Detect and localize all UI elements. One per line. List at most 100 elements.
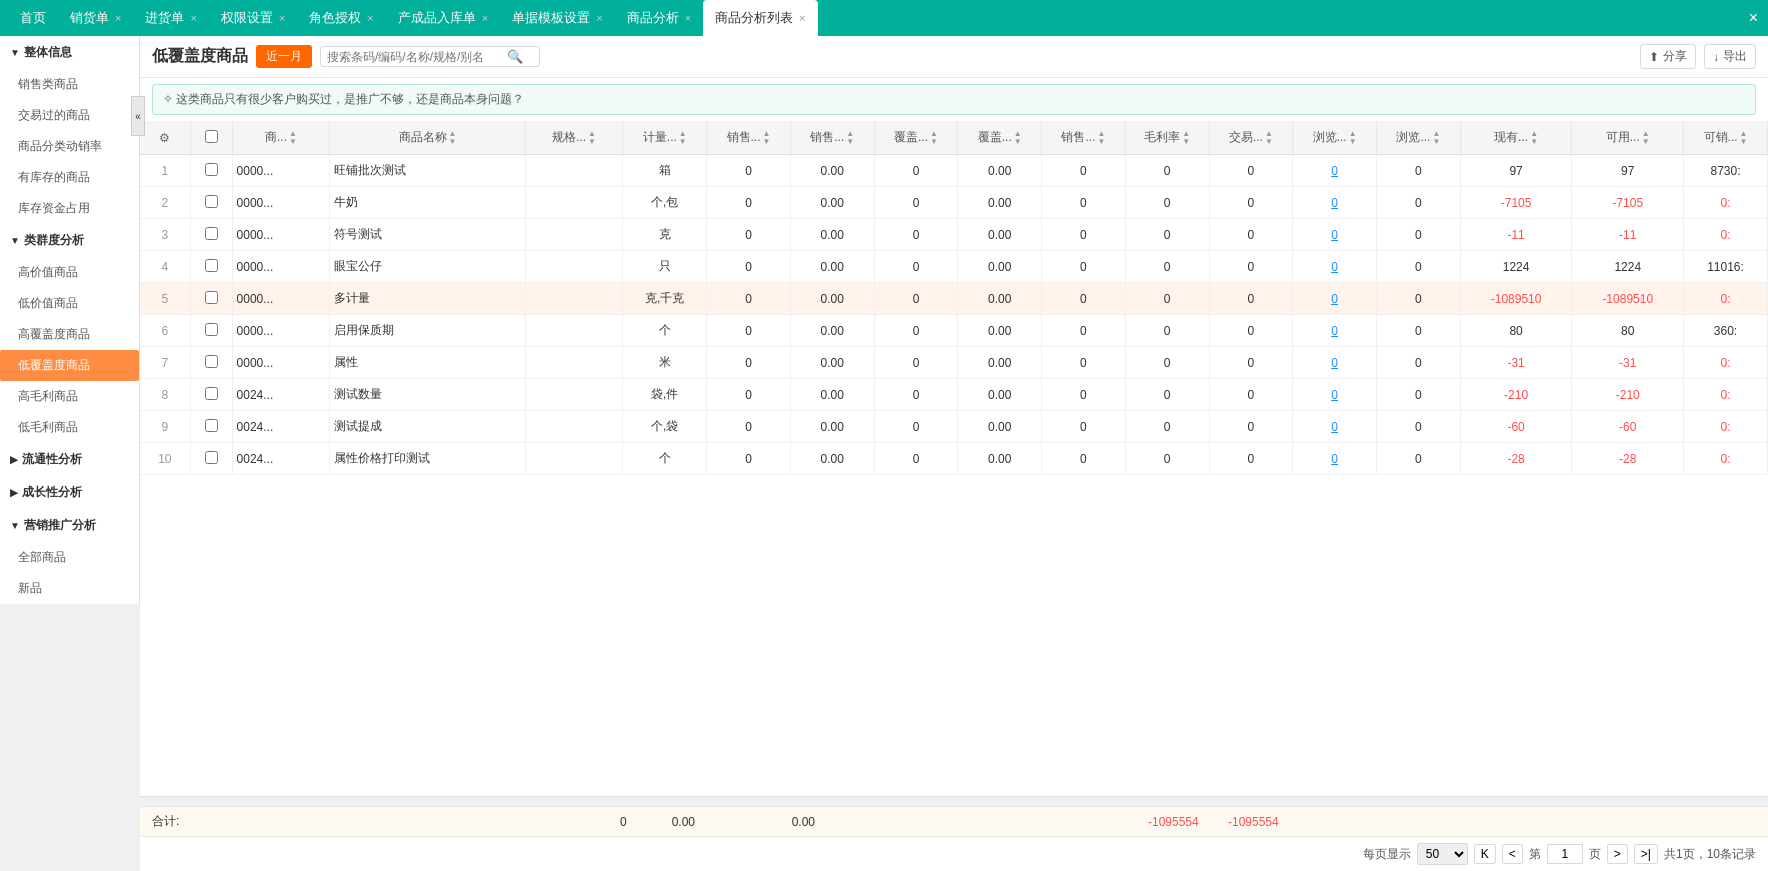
th-code[interactable]: 商... ▲▼	[232, 121, 330, 155]
row-number: 9	[140, 411, 190, 443]
sidebar-item-stocked-goods[interactable]: 有库存的商品	[0, 162, 139, 193]
sidebar-section-marketing[interactable]: ▼ 营销推广分析	[0, 509, 139, 542]
row-checkbox[interactable]	[205, 323, 218, 336]
sidebar-item-stock-funds[interactable]: 库存资金占用	[0, 193, 139, 224]
nav-tab-template[interactable]: 单据模板设置 ×	[500, 0, 614, 36]
row-checkbox[interactable]	[205, 195, 218, 208]
sidebar-item-sales-goods[interactable]: 销售类商品	[0, 69, 139, 100]
th-current[interactable]: 现有... ▲▼	[1460, 121, 1572, 155]
next-page-button[interactable]: >	[1607, 844, 1628, 864]
th-avail[interactable]: 可用... ▲▼	[1572, 121, 1684, 155]
horizontal-scrollbar[interactable]	[140, 796, 1768, 806]
close-icon[interactable]: ×	[115, 12, 121, 24]
sidebar-item-low-margin[interactable]: 低毛利商品	[0, 412, 139, 443]
row-sales1: 0	[707, 443, 791, 475]
close-icon[interactable]: ×	[685, 12, 691, 24]
row-browse1[interactable]: 0	[1293, 155, 1377, 187]
nav-tab-roles[interactable]: 角色授权 ×	[297, 0, 385, 36]
th-settings[interactable]: ⚙	[140, 121, 190, 155]
sidebar-item-high-coverage[interactable]: 高覆盖度商品	[0, 319, 139, 350]
prev-page-button[interactable]: <	[1502, 844, 1523, 864]
settings-icon[interactable]: ⚙	[159, 131, 170, 145]
close-icon[interactable]: ×	[367, 12, 373, 24]
row-browse1[interactable]: 0	[1293, 251, 1377, 283]
row-checkbox[interactable]	[205, 227, 218, 240]
date-filter-button[interactable]: 近一月	[256, 45, 312, 68]
th-spec[interactable]: 规格... ▲▼	[525, 121, 623, 155]
th-cover2[interactable]: 覆盖... ▲▼	[958, 121, 1042, 155]
th-cover1[interactable]: 覆盖... ▲▼	[874, 121, 958, 155]
select-all-checkbox[interactable]	[205, 130, 218, 143]
nav-tab-analysis-list[interactable]: 商品分析列表 ×	[703, 0, 817, 36]
first-page-button[interactable]: K	[1474, 844, 1496, 864]
row-browse1[interactable]: 0	[1293, 443, 1377, 475]
row-browse1[interactable]: 0	[1293, 219, 1377, 251]
row-sale: 0:	[1684, 347, 1768, 379]
sidebar-item-high-value[interactable]: 高价值商品	[0, 257, 139, 288]
row-browse1[interactable]: 0	[1293, 283, 1377, 315]
close-all-button[interactable]: ×	[1749, 9, 1758, 27]
sidebar-item-all-goods[interactable]: 全部商品	[0, 542, 139, 573]
close-icon[interactable]: ×	[279, 12, 285, 24]
share-button[interactable]: ⬆ 分享	[1640, 44, 1696, 69]
th-margin[interactable]: 毛利率 ▲▼	[1125, 121, 1209, 155]
sidebar-section-growth[interactable]: ▶ 成长性分析	[0, 476, 139, 509]
row-unit: 袋,件	[623, 379, 707, 411]
table-container[interactable]: ⚙ 商... ▲▼ 商品名称	[140, 121, 1768, 796]
search-input[interactable]	[327, 50, 507, 64]
th-sales3[interactable]: 销售... ▲▼	[1042, 121, 1126, 155]
last-page-button[interactable]: >|	[1634, 844, 1658, 864]
row-margin: 0	[1125, 315, 1209, 347]
share-icon: ⬆	[1649, 50, 1659, 64]
row-current: -28	[1460, 443, 1572, 475]
nav-tab-warehouse[interactable]: 产成品入库单 ×	[386, 0, 500, 36]
th-browse2[interactable]: 浏览... ▲▼	[1377, 121, 1461, 155]
nav-tab-home[interactable]: 首页	[8, 0, 58, 36]
export-button[interactable]: ↓ 导出	[1704, 44, 1756, 69]
nav-tab-sales[interactable]: 销货单 ×	[58, 0, 133, 36]
th-trade[interactable]: 交易... ▲▼	[1209, 121, 1293, 155]
row-trade: 0	[1209, 347, 1293, 379]
th-name[interactable]: 商品名称 ▲▼	[330, 121, 525, 155]
row-checkbox[interactable]	[205, 291, 218, 304]
row-checkbox[interactable]	[205, 163, 218, 176]
row-name: 旺铺批次测试	[330, 155, 525, 187]
nav-tab-permissions[interactable]: 权限设置 ×	[209, 0, 297, 36]
row-checkbox[interactable]	[205, 259, 218, 272]
close-icon[interactable]: ×	[482, 12, 488, 24]
search-box: 🔍	[320, 46, 540, 67]
close-icon[interactable]: ×	[799, 12, 805, 24]
row-checkbox[interactable]	[205, 451, 218, 464]
sidebar-section-cluster[interactable]: ▼ 类群度分析	[0, 224, 139, 257]
th-sales1[interactable]: 销售... ▲▼	[707, 121, 791, 155]
close-icon[interactable]: ×	[190, 12, 196, 24]
row-checkbox[interactable]	[205, 387, 218, 400]
sidebar-collapse-button[interactable]: «	[131, 96, 145, 136]
row-checkbox[interactable]	[205, 419, 218, 432]
sidebar-section-overall[interactable]: ▼ 整体信息	[0, 36, 139, 69]
row-sales2: 0.00	[790, 219, 874, 251]
nav-tab-analysis[interactable]: 商品分析 ×	[615, 0, 703, 36]
page-number-input[interactable]	[1547, 844, 1583, 864]
sidebar-item-low-coverage[interactable]: 低覆盖度商品	[0, 350, 139, 381]
sidebar-item-low-value[interactable]: 低价值商品	[0, 288, 139, 319]
th-sale[interactable]: 可销... ▲▼	[1684, 121, 1768, 155]
row-browse1[interactable]: 0	[1293, 347, 1377, 379]
row-checkbox[interactable]	[205, 355, 218, 368]
sidebar-item-traded-goods[interactable]: 交易过的商品	[0, 100, 139, 131]
sidebar-item-high-margin[interactable]: 高毛利商品	[0, 381, 139, 412]
row-browse1[interactable]: 0	[1293, 315, 1377, 347]
th-browse1[interactable]: 浏览... ▲▼	[1293, 121, 1377, 155]
close-icon[interactable]: ×	[596, 12, 602, 24]
row-browse1[interactable]: 0	[1293, 411, 1377, 443]
row-browse1[interactable]: 0	[1293, 187, 1377, 219]
row-browse1[interactable]: 0	[1293, 379, 1377, 411]
sidebar-item-new-goods[interactable]: 新品	[0, 573, 139, 604]
th-unit[interactable]: 计量... ▲▼	[623, 121, 707, 155]
page-size-select[interactable]: 50 100 200	[1417, 843, 1468, 865]
nav-tab-purchase[interactable]: 进货单 ×	[133, 0, 208, 36]
sort-arrows-icon: ▲▼	[1265, 130, 1273, 146]
sidebar-section-circulation[interactable]: ▶ 流通性分析	[0, 443, 139, 476]
th-sales2[interactable]: 销售... ▲▼	[790, 121, 874, 155]
sidebar-item-category-rate[interactable]: 商品分类动销率	[0, 131, 139, 162]
